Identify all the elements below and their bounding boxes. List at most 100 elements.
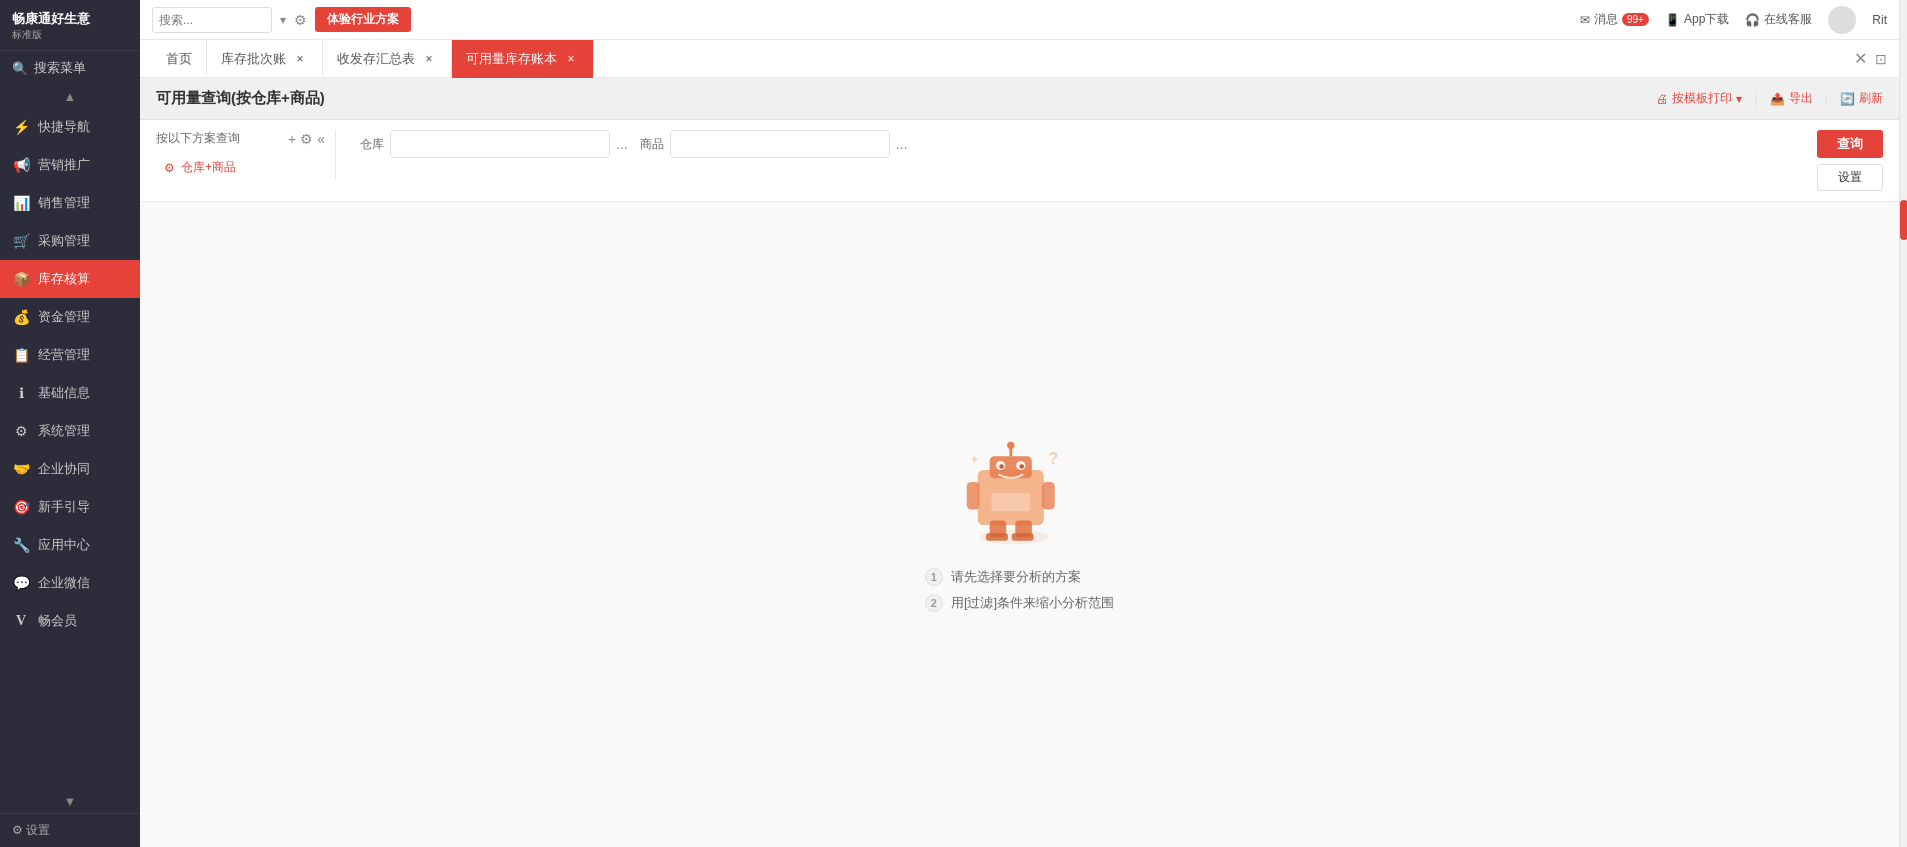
scheme-item-icon: ⚙ (164, 161, 175, 175)
sidebar-nav: ⚡ 快捷导航 📢 营销推广 📊 销售管理 🛒 采购管理 📦 库存核算 💰 资金管… (0, 108, 140, 790)
refresh-button[interactable]: 🔄 刷新 (1840, 90, 1883, 107)
svg-rect-2 (990, 456, 1032, 478)
enterprise-icon: 🤝 (12, 461, 30, 477)
sidebar-item-quicknav[interactable]: ⚡ 快捷导航 (0, 108, 140, 146)
experience-industry-button[interactable]: 体验行业方案 (315, 7, 411, 32)
tab-close-collect-summary[interactable]: × (421, 51, 437, 67)
filter-area: 按以下方案查询 + ⚙ « ⚙ 仓库+商品 仓库 ... 商品 . (140, 120, 1899, 202)
window-expand-button[interactable]: ⊡ (1875, 51, 1887, 67)
system-icon: ⚙ (12, 423, 30, 439)
filter-field-goods: 商品 ... (640, 130, 908, 158)
sidebar-item-marketing[interactable]: 📢 营销推广 (0, 146, 140, 184)
sidebar-item-purchase[interactable]: 🛒 采购管理 (0, 222, 140, 260)
tab-close-available-qty[interactable]: × (563, 51, 579, 67)
svg-rect-15 (1012, 533, 1034, 540)
export-button[interactable]: 📤 导出 (1770, 90, 1813, 107)
sidebar-item-app-center[interactable]: 🔧 应用中心 (0, 526, 140, 564)
goods-more-button[interactable]: ... (896, 136, 908, 152)
filter-schemes-actions: + ⚙ « (288, 131, 325, 147)
sidebar-item-label: 新手引导 (38, 498, 90, 516)
svg-point-7 (1000, 464, 1005, 469)
svg-text:✦: ✦ (969, 451, 980, 466)
empty-hint-2: 2 用[过滤]条件来缩小分析范围 (925, 594, 1114, 612)
collapse-schemes-button[interactable]: « (317, 131, 325, 147)
scroll-up-button[interactable]: ▲ (0, 85, 140, 108)
marketing-icon: 📢 (12, 157, 30, 173)
sidebar-item-label: 库存核算 (38, 270, 90, 288)
print-button[interactable]: 🖨 按模板打印 ▾ (1656, 90, 1742, 107)
sidebar-search-menu[interactable]: 🔍 搜索菜单 (0, 51, 140, 85)
scrollbar-thumb (1900, 200, 1907, 240)
sidebar-item-system[interactable]: ⚙ 系统管理 (0, 412, 140, 450)
topbar-search-input[interactable] (152, 7, 272, 33)
sidebar-search-label: 搜索菜单 (34, 59, 86, 77)
sidebar-item-label: 企业微信 (38, 574, 90, 592)
sidebar-logo: 畅康通好生意 标准版 (0, 0, 140, 51)
warehouse-more-button[interactable]: ... (616, 136, 628, 152)
print-label: 按模板打印 (1672, 90, 1732, 107)
warehouse-input[interactable] (390, 130, 610, 158)
hint-number-1: 1 (925, 568, 943, 586)
export-icon: 📤 (1770, 92, 1785, 106)
svg-rect-11 (1042, 482, 1055, 510)
sales-icon: 📊 (12, 195, 30, 211)
query-button[interactable]: 查询 (1817, 130, 1883, 158)
app-edition: 标准版 (12, 28, 128, 42)
tab-bar: 首页 库存批次账 × 收发存汇总表 × 可用量库存账本 × ✕ ⊡ (140, 40, 1899, 78)
sidebar-item-management[interactable]: 📋 经营管理 (0, 336, 140, 374)
tab-available-qty[interactable]: 可用量库存账本 × (452, 40, 594, 78)
page-header: 可用量查询(按仓库+商品) 🖨 按模板打印 ▾ | 📤 导出 | 🔄 刷新 (140, 78, 1899, 120)
filter-actions: 查询 设置 (1817, 130, 1883, 191)
sidebar-bottom-settings[interactable]: ⚙ 设置 (0, 813, 140, 847)
app-center-icon: 🔧 (12, 537, 30, 553)
warehouse-label: 仓库 (360, 136, 384, 153)
sidebar-item-weixin[interactable]: 💬 企业微信 (0, 564, 140, 602)
sidebar-item-guide[interactable]: 🎯 新手引导 (0, 488, 140, 526)
refresh-icon: 🔄 (1840, 92, 1855, 106)
sidebar-item-finance[interactable]: 💰 资金管理 (0, 298, 140, 336)
app-name: 畅康通好生意 (12, 10, 128, 28)
separator-1: | (1754, 91, 1757, 106)
svg-rect-9 (992, 493, 1031, 511)
online-service-label: 在线客服 (1764, 11, 1812, 28)
quicknav-icon: ⚡ (12, 119, 30, 135)
tab-collect-summary[interactable]: 收发存汇总表 × (323, 40, 452, 78)
svg-point-8 (1020, 464, 1025, 469)
window-close-button[interactable]: ✕ (1854, 49, 1867, 68)
topbar: ▾ ⚙ 体验行业方案 ✉ 消息 99+ 📱 App下载 🎧 在线客服 Rit (140, 0, 1899, 40)
tab-inventory-batch[interactable]: 库存批次账 × (207, 40, 323, 78)
tab-home[interactable]: 首页 (152, 40, 207, 78)
sidebar-item-inventory[interactable]: 📦 库存核算 (0, 260, 140, 298)
sidebar-item-label: 资金管理 (38, 308, 90, 326)
topbar-dropdown-button[interactable]: ▾ (280, 13, 286, 27)
page-title: 可用量查询(按仓库+商品) (156, 89, 325, 108)
goods-input[interactable] (670, 130, 890, 158)
sidebar-item-member[interactable]: V 畅会员 (0, 602, 140, 640)
scheme-item-warehouse-goods[interactable]: ⚙ 仓库+商品 (156, 155, 325, 180)
app-download-icon: 📱 (1665, 13, 1680, 27)
goods-label: 商品 (640, 136, 664, 153)
sidebar-item-sales[interactable]: 📊 销售管理 (0, 184, 140, 222)
purchase-icon: 🛒 (12, 233, 30, 249)
scheme-settings-button[interactable]: ⚙ (300, 131, 313, 147)
sidebar-item-label: 经营管理 (38, 346, 90, 364)
topbar-gear-button[interactable]: ⚙ (294, 12, 307, 28)
export-label: 导出 (1789, 90, 1813, 107)
right-scrollbar[interactable] (1899, 0, 1907, 847)
app-download-button[interactable]: 📱 App下载 (1665, 11, 1729, 28)
sidebar-item-label: 畅会员 (38, 612, 77, 630)
sidebar-item-label: 采购管理 (38, 232, 90, 250)
add-scheme-button[interactable]: + (288, 131, 296, 147)
online-service-button[interactable]: 🎧 在线客服 (1745, 11, 1812, 28)
scroll-down-button[interactable]: ▼ (0, 790, 140, 813)
basic-info-icon: ℹ (12, 385, 30, 401)
sidebar-item-label: 营销推广 (38, 156, 90, 174)
search-icon: 🔍 (12, 61, 28, 76)
print-dropdown-icon: ▾ (1736, 92, 1742, 106)
tab-close-inventory-batch[interactable]: × (292, 51, 308, 67)
message-button[interactable]: ✉ 消息 99+ (1580, 11, 1649, 28)
settings-button[interactable]: 设置 (1817, 164, 1883, 191)
sidebar-item-enterprise[interactable]: 🤝 企业协同 (0, 450, 140, 488)
avatar[interactable] (1828, 6, 1856, 34)
sidebar-item-basic-info[interactable]: ℹ 基础信息 (0, 374, 140, 412)
